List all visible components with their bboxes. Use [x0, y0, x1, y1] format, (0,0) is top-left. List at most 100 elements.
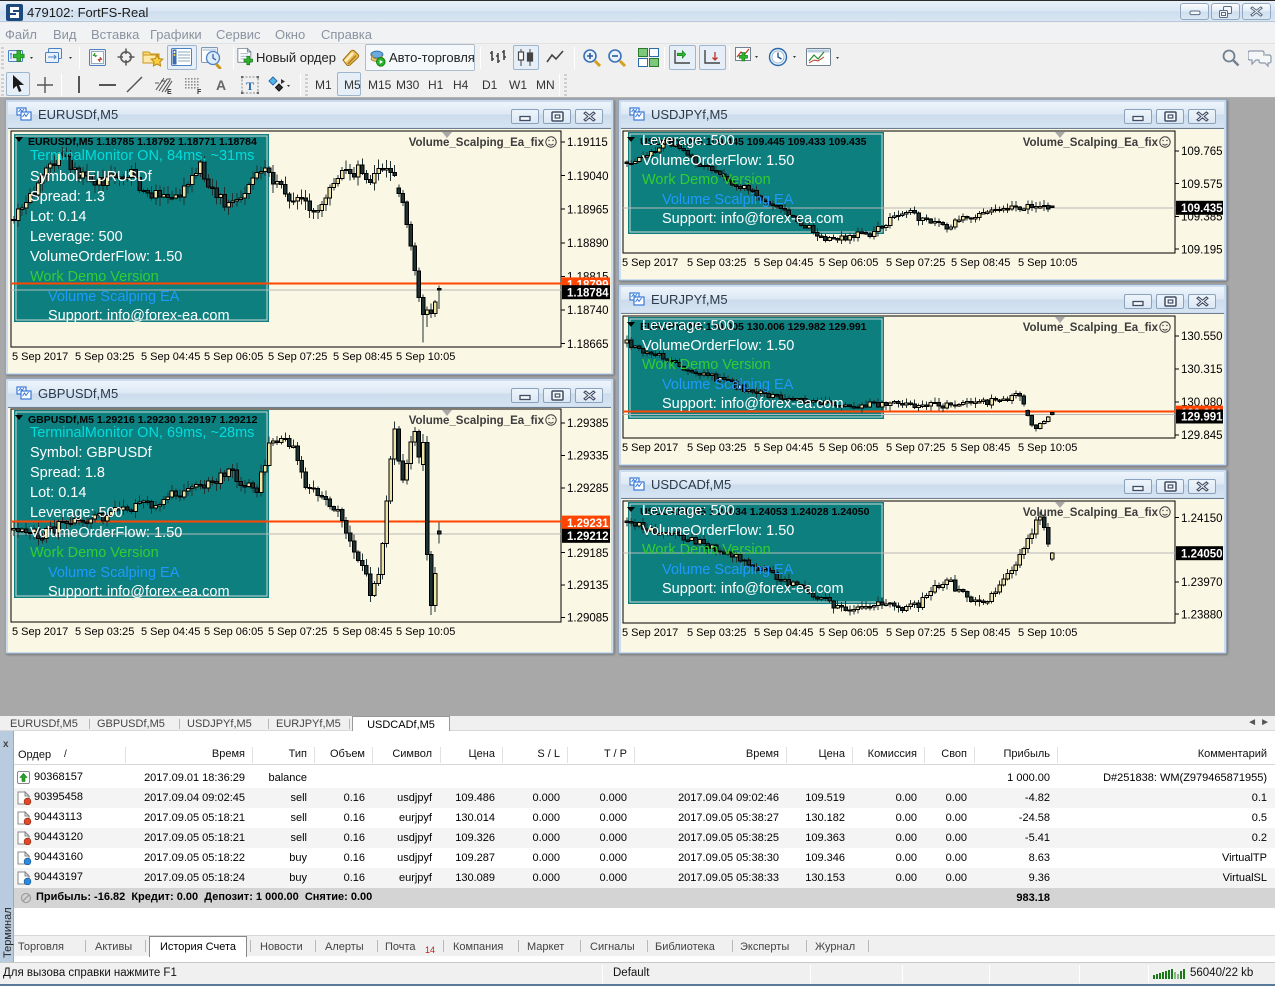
svg-text:109.435: 109.435 — [1181, 203, 1223, 215]
svg-text:Lot: 0.14: Lot: 0.14 — [30, 485, 86, 501]
svg-text:5 Sep 04:45: 5 Sep 04:45 — [754, 257, 813, 269]
svg-text:Support: info@forex-ea.com: Support: info@forex-ea.com — [662, 211, 844, 227]
svg-text:E: E — [167, 89, 172, 95]
svg-text:VolumeOrderFlow: 1.50: VolumeOrderFlow: 1.50 — [642, 523, 794, 539]
svg-text:Leverage: 500: Leverage: 500 — [642, 133, 735, 149]
svg-text:1.23970: 1.23970 — [1181, 577, 1223, 589]
svg-text:VolumeOrderFlow: 1.50: VolumeOrderFlow: 1.50 — [642, 153, 794, 169]
svg-text:5 Sep 04:45: 5 Sep 04:45 — [141, 351, 200, 363]
svg-text:5 Sep 06:05: 5 Sep 06:05 — [819, 257, 878, 269]
svg-text:Support: info@forex-ea.com: Support: info@forex-ea.com — [48, 584, 230, 600]
svg-text:Volume Scalping EA: Volume Scalping EA — [662, 562, 794, 578]
svg-text:EURUSDf,M5 1.18785 1.18792 1.1: EURUSDf,M5 1.18785 1.18792 1.18771 1.187… — [28, 136, 257, 148]
svg-text:Volume_Scalping_Ea_fix: Volume_Scalping_Ea_fix — [409, 415, 545, 427]
svg-text:1.23880: 1.23880 — [1181, 609, 1223, 621]
svg-text:Volume_Scalping_Ea_fix: Volume_Scalping_Ea_fix — [1023, 322, 1159, 334]
svg-text:Volume Scalping EA: Volume Scalping EA — [48, 565, 180, 581]
svg-text:1.29212: 1.29212 — [567, 531, 609, 543]
svg-text:130.550: 130.550 — [1181, 331, 1223, 343]
svg-text:1.29335: 1.29335 — [567, 451, 609, 463]
svg-text:Leverage: 500: Leverage: 500 — [642, 503, 735, 519]
svg-text:5 Sep 10:05: 5 Sep 10:05 — [396, 351, 455, 363]
svg-text:VolumeOrderFlow: 1.50: VolumeOrderFlow: 1.50 — [642, 338, 794, 354]
svg-text:130.315: 130.315 — [1181, 364, 1223, 376]
svg-text:TerminalMonitor ON, 84ms, ~31m: TerminalMonitor ON, 84ms, ~31ms — [30, 148, 254, 164]
svg-text:5 Sep 03:25: 5 Sep 03:25 — [75, 626, 134, 638]
svg-text:Work Demo Version: Work Demo Version — [642, 542, 771, 558]
svg-text:5 Sep 04:45: 5 Sep 04:45 — [754, 442, 813, 454]
svg-text:5 Sep 10:05: 5 Sep 10:05 — [1018, 257, 1077, 269]
svg-text:Symbol: GBPUSDf: Symbol: GBPUSDf — [30, 445, 153, 461]
svg-text:5 Sep 07:25: 5 Sep 07:25 — [886, 627, 945, 639]
svg-text:Work Demo Version: Work Demo Version — [30, 545, 159, 561]
svg-text:5 Sep 07:25: 5 Sep 07:25 — [268, 626, 327, 638]
svg-text:5 Sep 03:25: 5 Sep 03:25 — [687, 257, 746, 269]
svg-text:Support: info@forex-ea.com: Support: info@forex-ea.com — [662, 581, 844, 597]
svg-text:1.24050: 1.24050 — [1181, 548, 1223, 560]
svg-text:5 Sep 10:05: 5 Sep 10:05 — [1018, 627, 1077, 639]
svg-text:129.845: 129.845 — [1181, 430, 1223, 442]
svg-text:Support: info@forex-ea.com: Support: info@forex-ea.com — [48, 308, 230, 324]
svg-text:1.18965: 1.18965 — [567, 204, 609, 216]
svg-text:Volume_Scalping_Ea_fix: Volume_Scalping_Ea_fix — [1023, 137, 1159, 149]
svg-text:1.29135: 1.29135 — [567, 580, 609, 592]
svg-text:F: F — [197, 89, 202, 95]
svg-text:1.29085: 1.29085 — [567, 613, 609, 625]
svg-text:Support: info@forex-ea.com: Support: info@forex-ea.com — [662, 396, 844, 412]
svg-text:Lot: 0.14: Lot: 0.14 — [30, 209, 86, 225]
svg-text:109.575: 109.575 — [1181, 179, 1223, 191]
svg-text:5 Sep 08:45: 5 Sep 08:45 — [951, 257, 1010, 269]
svg-text:5 Sep 03:25: 5 Sep 03:25 — [75, 351, 134, 363]
svg-text:5 Sep 07:25: 5 Sep 07:25 — [886, 257, 945, 269]
svg-text:5 Sep 04:45: 5 Sep 04:45 — [754, 627, 813, 639]
svg-text:5 Sep 10:05: 5 Sep 10:05 — [396, 626, 455, 638]
svg-text:5 Sep 08:45: 5 Sep 08:45 — [951, 442, 1010, 454]
svg-text:1.18890: 1.18890 — [567, 238, 609, 250]
svg-text:Volume Scalping EA: Volume Scalping EA — [662, 192, 794, 208]
svg-text:Leverage: 500: Leverage: 500 — [30, 505, 123, 521]
svg-text:5 Sep 08:45: 5 Sep 08:45 — [333, 626, 392, 638]
svg-text:Volume Scalping EA: Volume Scalping EA — [662, 377, 794, 393]
svg-text:1.24150: 1.24150 — [1181, 513, 1223, 525]
svg-text:5 Sep 06:05: 5 Sep 06:05 — [204, 351, 263, 363]
svg-text:Volume_Scalping_Ea_fix: Volume_Scalping_Ea_fix — [1023, 507, 1159, 519]
svg-text:Spread: 1.8: Spread: 1.8 — [30, 465, 105, 481]
svg-text:1.29285: 1.29285 — [567, 483, 609, 495]
svg-text:5 Sep 2017: 5 Sep 2017 — [12, 626, 68, 638]
svg-text:Work Demo Version: Work Demo Version — [642, 357, 771, 373]
svg-text:5 Sep 07:25: 5 Sep 07:25 — [886, 442, 945, 454]
svg-text:5 Sep 08:45: 5 Sep 08:45 — [951, 627, 1010, 639]
svg-text:5 Sep 10:05: 5 Sep 10:05 — [1018, 442, 1077, 454]
svg-text:TerminalMonitor ON, 69ms, ~28m: TerminalMonitor ON, 69ms, ~28ms — [30, 425, 254, 441]
svg-text:Work Demo Version: Work Demo Version — [642, 172, 771, 188]
svg-text:Symbol: EURUSDf: Symbol: EURUSDf — [30, 169, 153, 185]
svg-text:5 Sep 04:45: 5 Sep 04:45 — [141, 626, 200, 638]
svg-text:5 Sep 07:25: 5 Sep 07:25 — [268, 351, 327, 363]
svg-text:Spread: 1.3: Spread: 1.3 — [30, 189, 105, 205]
svg-text:109.765: 109.765 — [1181, 146, 1223, 158]
svg-text:5 Sep 03:25: 5 Sep 03:25 — [687, 627, 746, 639]
svg-text:Leverage: 500: Leverage: 500 — [642, 318, 735, 334]
svg-text:5 Sep 06:05: 5 Sep 06:05 — [819, 442, 878, 454]
svg-text:1.19040: 1.19040 — [567, 171, 609, 183]
svg-text:1.29185: 1.29185 — [567, 548, 609, 560]
svg-text:5 Sep 2017: 5 Sep 2017 — [622, 442, 678, 454]
svg-text:1.29385: 1.29385 — [567, 418, 609, 430]
svg-text:VolumeOrderFlow: 1.50: VolumeOrderFlow: 1.50 — [30, 249, 182, 265]
svg-text:1.18665: 1.18665 — [567, 339, 609, 351]
svg-text:T: T — [246, 79, 254, 93]
svg-text:109.195: 109.195 — [1181, 244, 1223, 256]
svg-text:5 Sep 08:45: 5 Sep 08:45 — [333, 351, 392, 363]
svg-text:5 Sep 2017: 5 Sep 2017 — [622, 257, 678, 269]
svg-text:1.29231: 1.29231 — [567, 518, 609, 530]
svg-text:1.18784: 1.18784 — [567, 287, 609, 299]
svg-text:Volume Scalping EA: Volume Scalping EA — [48, 289, 180, 305]
svg-text:1.18740: 1.18740 — [567, 305, 609, 317]
svg-text:5 Sep 06:05: 5 Sep 06:05 — [204, 626, 263, 638]
svg-text:5 Sep 2017: 5 Sep 2017 — [12, 351, 68, 363]
svg-text:Volume_Scalping_Ea_fix: Volume_Scalping_Ea_fix — [409, 137, 545, 149]
svg-text:VolumeOrderFlow: 1.50: VolumeOrderFlow: 1.50 — [30, 525, 182, 541]
svg-text:5 Sep 03:25: 5 Sep 03:25 — [687, 442, 746, 454]
svg-text:Work Demo Version: Work Demo Version — [30, 269, 159, 285]
svg-text:5 Sep 2017: 5 Sep 2017 — [622, 627, 678, 639]
